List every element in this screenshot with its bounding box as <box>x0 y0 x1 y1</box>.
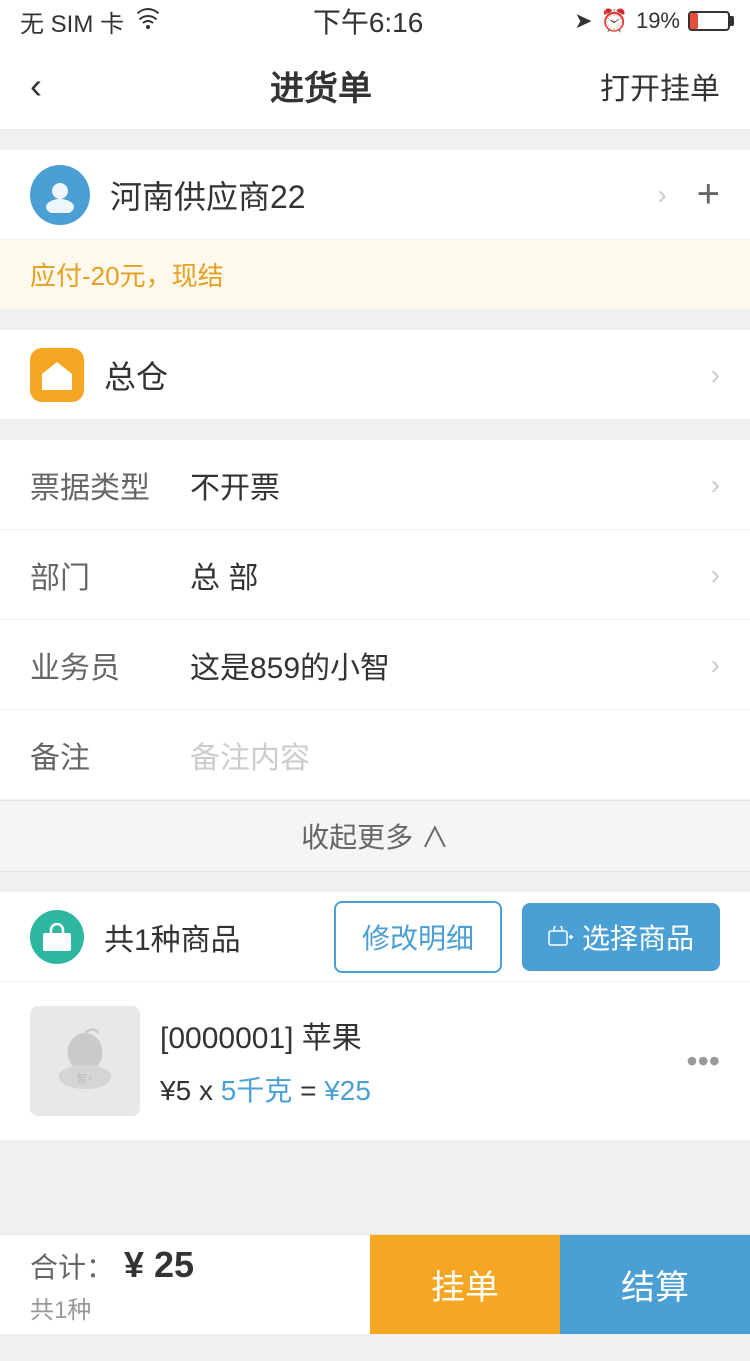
open-hang-button[interactable]: 打开挂单 <box>600 64 720 108</box>
total-amount: ¥ 25 <box>124 1244 194 1286</box>
staff-arrow-icon: › <box>711 649 720 681</box>
invoice-label: 票据类型 <box>30 463 160 507</box>
dept-row[interactable]: 部门 总 部 › <box>0 530 750 620</box>
svg-text:智+: 智+ <box>77 1072 94 1085</box>
collapse-button[interactable]: 收起更多 ∧ <box>0 800 750 872</box>
bottom-bar: 合计： ¥ 25 共1种 挂单 结算 <box>0 1234 750 1334</box>
battery-label: 19% <box>636 8 680 34</box>
status-right: ➤ ⏰ 19% <box>574 8 730 34</box>
price-separator: x <box>199 1075 221 1106</box>
staff-label: 业务员 <box>30 643 160 687</box>
select-product-button[interactable]: 选择商品 <box>522 903 720 971</box>
price-unit: ¥5 <box>160 1075 191 1106</box>
product-price: ¥5 x 5千克 = ¥25 <box>160 1069 666 1109</box>
carrier-label: 无 SIM 卡 <box>20 4 124 39</box>
products-count: 共1种商品 <box>104 915 314 959</box>
warehouse-card: 总仓 › <box>0 330 750 420</box>
dept-arrow-icon: › <box>711 559 720 591</box>
collapse-label: 收起更多 ∧ <box>301 816 449 856</box>
product-thumbnail: 智+ <box>30 1006 140 1116</box>
product-name: [0000001] 苹果 <box>160 1013 666 1057</box>
price-equals: = <box>300 1075 324 1106</box>
total-price: ¥25 <box>324 1075 371 1106</box>
summary-section: 合计： ¥ 25 共1种 <box>0 1235 370 1334</box>
total-label: 合计： <box>30 1246 114 1286</box>
wifi-icon <box>134 7 162 36</box>
back-button[interactable]: ‹ <box>30 65 42 107</box>
remark-row[interactable]: 备注 备注内容 <box>0 710 750 800</box>
checkout-button[interactable]: 结算 <box>560 1235 750 1334</box>
supplier-name: 河南供应商22 <box>110 172 657 218</box>
alarm-icon: ⏰ <box>601 8 628 34</box>
supplier-arrow-icon: › <box>657 179 666 211</box>
product-more-button[interactable]: ••• <box>686 1043 720 1080</box>
invoice-arrow-icon: › <box>711 469 720 501</box>
remark-label: 备注 <box>30 733 160 777</box>
battery-fill <box>690 13 698 29</box>
add-supplier-button[interactable]: + <box>697 172 720 217</box>
battery-icon <box>688 11 730 31</box>
products-header: 共1种商品 修改明细 选择商品 <box>0 892 750 982</box>
notice-bar: 应付-20元，现结 <box>0 240 750 310</box>
page-title: 进货单 <box>270 61 372 110</box>
staff-row[interactable]: 业务员 这是859的小智 › <box>0 620 750 710</box>
dept-label: 部门 <box>30 553 160 597</box>
remark-placeholder: 备注内容 <box>160 733 720 777</box>
supplier-avatar <box>30 165 90 225</box>
quantity-value: 5千克 <box>221 1075 293 1106</box>
supplier-card: 河南供应商22 › + 应付-20元，现结 <box>0 150 750 310</box>
status-left: 无 SIM 卡 <box>20 4 162 39</box>
products-icon <box>30 910 84 964</box>
status-bar: 无 SIM 卡 下午6:16 ➤ ⏰ 19% <box>0 0 750 42</box>
form-card: 票据类型 不开票 › 部门 总 部 › 业务员 这是859的小智 › 备注 备注… <box>0 440 750 800</box>
invoice-value: 不开票 <box>160 463 711 507</box>
top-divider <box>0 130 750 150</box>
warehouse-arrow-icon: › <box>711 359 720 391</box>
item-count: 共1种 <box>30 1290 340 1325</box>
divider-2 <box>0 420 750 440</box>
hang-button[interactable]: 挂单 <box>370 1235 560 1334</box>
divider-1 <box>0 310 750 330</box>
invoice-row[interactable]: 票据类型 不开票 › <box>0 440 750 530</box>
warehouse-name: 总仓 <box>104 352 711 398</box>
product-item: 智+ [0000001] 苹果 ¥5 x 5千克 = ¥25 ••• <box>0 982 750 1141</box>
select-product-label: 选择商品 <box>582 917 694 957</box>
dept-value: 总 部 <box>160 553 711 597</box>
total-display: 合计： ¥ 25 <box>30 1244 340 1286</box>
warehouse-icon <box>30 348 84 402</box>
product-info: [0000001] 苹果 ¥5 x 5千克 = ¥25 <box>160 1013 666 1109</box>
status-time: 下午6:16 <box>313 1 424 41</box>
divider-3 <box>0 872 750 892</box>
nav-bar: ‹ 进货单 打开挂单 <box>0 42 750 130</box>
notice-text: 应付-20元，现结 <box>30 261 224 291</box>
location-icon: ➤ <box>574 8 592 34</box>
warehouse-row[interactable]: 总仓 › <box>0 330 750 420</box>
staff-value: 这是859的小智 <box>160 643 711 687</box>
edit-detail-button[interactable]: 修改明细 <box>334 901 502 973</box>
supplier-row[interactable]: 河南供应商22 › + <box>0 150 750 240</box>
